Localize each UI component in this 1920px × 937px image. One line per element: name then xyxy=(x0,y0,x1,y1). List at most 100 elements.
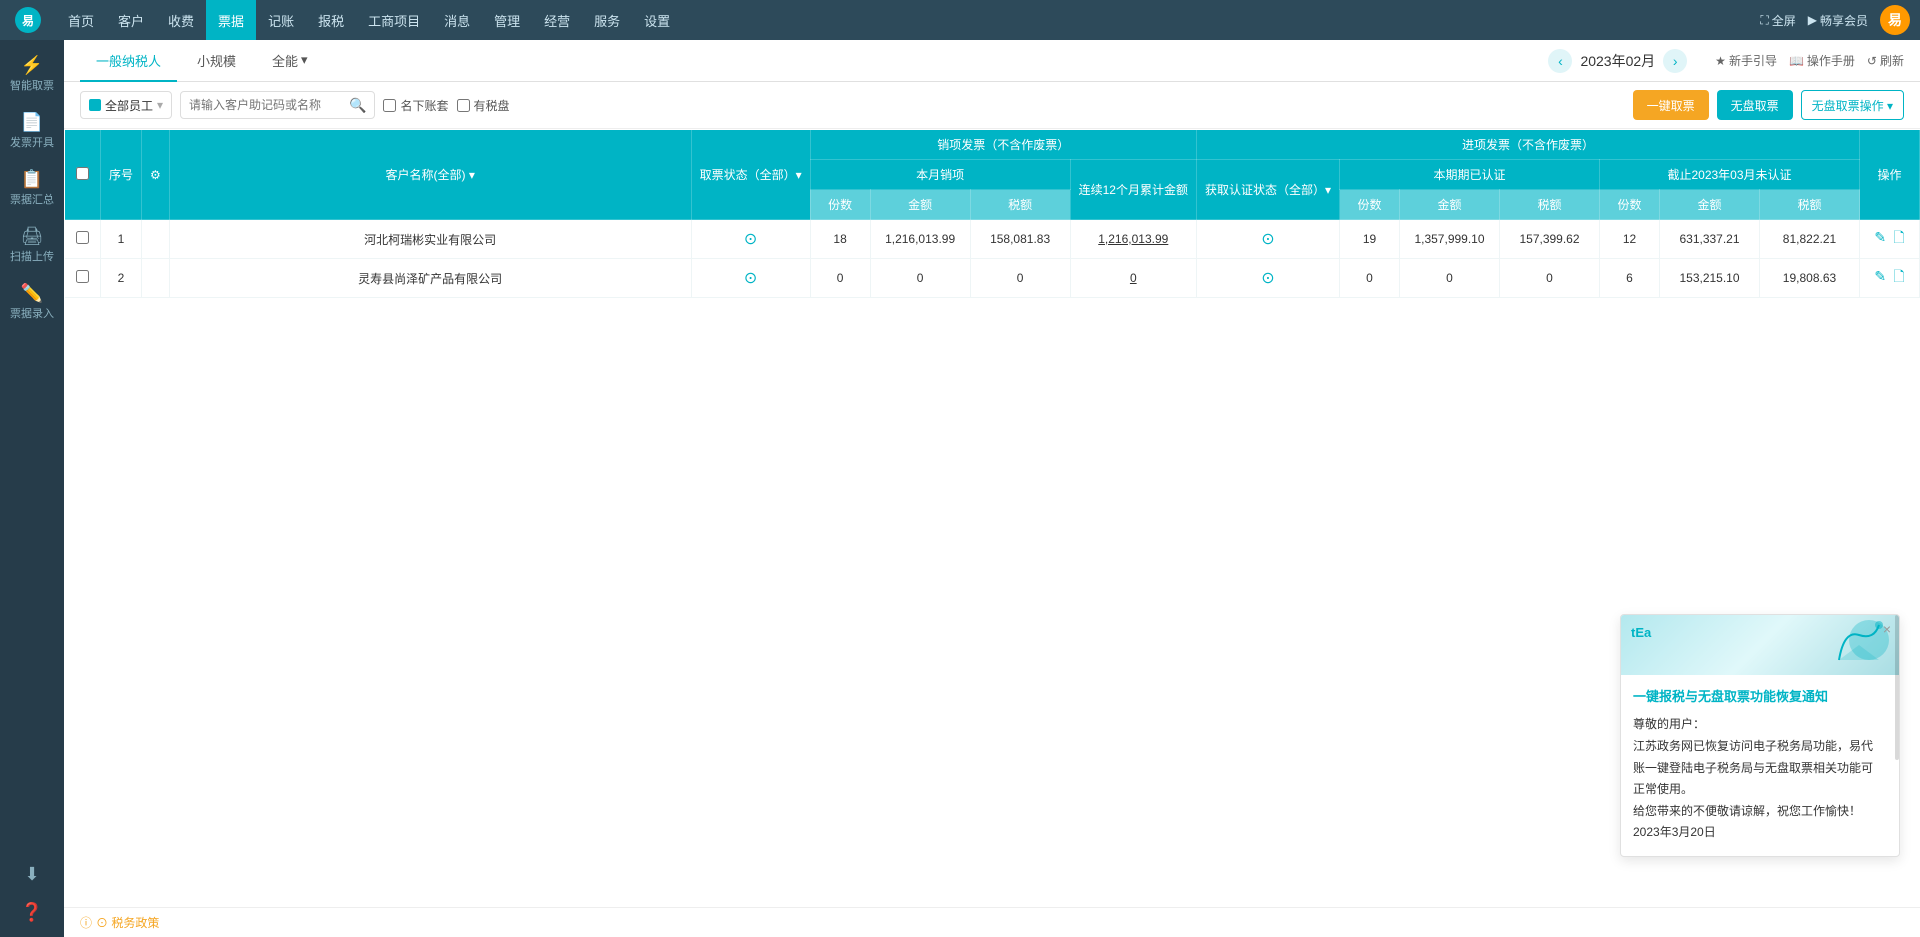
search-button[interactable]: 🔍 xyxy=(349,97,366,114)
row-ops-0: ✎ 🗋 xyxy=(1860,220,1920,259)
no-disk-ops-button[interactable]: 无盘取票操作 ▾ xyxy=(1801,90,1904,120)
user-avatar[interactable]: 易 xyxy=(1880,5,1910,35)
row-monthly-tax-0: 158,081.83 xyxy=(970,220,1070,259)
row-monthly-count-0: 18 xyxy=(810,220,870,259)
nav-item-settings[interactable]: 设置 xyxy=(632,0,682,40)
employee-chevron-icon: ▾ xyxy=(157,98,163,112)
manual-icon: 📖 xyxy=(1789,54,1804,68)
sidebar-item-help[interactable]: ❓ xyxy=(0,895,64,929)
toolbar: 全部员工 ▾ 🔍 名下账套 有税盘 一键取票 无盘取票 无盘取票操作 ▾ xyxy=(64,82,1920,129)
nav-item-operation[interactable]: 经营 xyxy=(532,0,582,40)
row-rec-amount-0: 1,357,999.10 xyxy=(1400,220,1500,259)
sidebar-item-invoice-entry[interactable]: ✏️ 票据录入 xyxy=(0,276,64,329)
row-status-0: ⊙ xyxy=(691,220,810,259)
manual-button[interactable]: 📖 操作手册 xyxy=(1789,52,1855,69)
filter-disk-checkbox[interactable] xyxy=(457,99,470,112)
nav-item-home[interactable]: 首页 xyxy=(56,0,106,40)
row-checkbox-0[interactable] xyxy=(65,220,101,259)
fullscreen-button[interactable]: ⛶ 全屏 xyxy=(1760,12,1795,29)
th-cert-status[interactable]: 获取认证状态（全部）▾ xyxy=(1196,160,1339,220)
row-unrec-amount-1: 153,215.10 xyxy=(1660,259,1760,298)
search-wrap: 🔍 xyxy=(180,91,375,119)
tab-all-capable[interactable]: 全能 ▾ xyxy=(256,40,324,82)
row-rec-tax-0: 157,399.62 xyxy=(1500,220,1600,259)
row-view-button-0[interactable]: 🗋 xyxy=(1893,229,1904,245)
row-cum-amount-0[interactable]: 1,216,013.99 xyxy=(1070,220,1196,259)
th-sub-monthly: 本月销项 xyxy=(810,160,1070,190)
sidebar: ⚡ 智能取票 📄 发票开具 📋 票据汇总 🖨 扫描上传 ✏️ 票据录入 ⬇ ❓ xyxy=(0,40,64,937)
row-monthly-tax-1: 0 xyxy=(970,259,1070,298)
row-checkbox-1[interactable] xyxy=(65,259,101,298)
sidebar-item-invoice-summary[interactable]: 📋 票据汇总 xyxy=(0,162,64,215)
row-edit-button-1[interactable]: ✎ xyxy=(1874,268,1886,284)
tab-all-chevron-icon: ▾ xyxy=(301,52,308,68)
nav-item-customer[interactable]: 客户 xyxy=(106,0,156,40)
th-name[interactable]: 客户名称(全部) ▾ xyxy=(169,130,691,220)
th-unrec-tax: 税额 xyxy=(1760,190,1860,220)
sidebar-item-smart-fetch[interactable]: ⚡ 智能取票 xyxy=(0,48,64,101)
tax-policy-link[interactable]: ⊙ 税务政策 xyxy=(96,914,159,931)
popup-content: 一键报税与无盘取票功能恢复通知 尊敬的用户： 江苏政务网已恢复访问电子税务局功能… xyxy=(1621,675,1899,856)
nav-item-fee[interactable]: 收费 xyxy=(156,0,206,40)
tab-general-taxpayer[interactable]: 一般纳税人 xyxy=(80,40,177,82)
download-icon: ⬇ xyxy=(24,865,39,883)
row-name-1: 灵寿县尚泽矿产品有限公司 xyxy=(169,259,691,298)
th-group-sales: 销项发票（不含作废票） xyxy=(810,130,1196,160)
row-edit-button-0[interactable]: ✎ xyxy=(1874,229,1886,245)
date-prev-button[interactable]: ‹ xyxy=(1548,49,1572,73)
filter-has-disk[interactable]: 有税盘 xyxy=(457,97,510,114)
filter-own-accounts[interactable]: 名下账套 xyxy=(383,97,448,114)
nav-item-accounting[interactable]: 记账 xyxy=(256,0,306,40)
nav-item-service[interactable]: 服务 xyxy=(582,0,632,40)
select-all-checkbox[interactable] xyxy=(76,167,89,180)
row-cert-status-0: ⊙ xyxy=(1196,220,1339,259)
popup-title: 一键报税与无盘取票功能恢复通知 xyxy=(1633,685,1883,708)
info-icon: ⓘ xyxy=(80,914,92,931)
sidebar-item-scan-upload[interactable]: 🖨 扫描上传 xyxy=(0,219,64,272)
th-status[interactable]: 取票状态（全部）▾ xyxy=(691,130,810,220)
no-disk-fetch-button[interactable]: 无盘取票 xyxy=(1717,90,1793,120)
row-cum-amount-1[interactable]: 0 xyxy=(1070,259,1196,298)
popup-scrollbar[interactable] xyxy=(1895,615,1899,760)
nav-item-tax[interactable]: 报税 xyxy=(306,0,356,40)
smart-fetch-icon: ⚡ xyxy=(21,56,43,74)
nav-right-actions: ⛶ 全屏 ▶ 畅享会员 易 xyxy=(1760,5,1910,35)
sidebar-item-download[interactable]: ⬇ xyxy=(0,857,64,891)
tab-bar-right-actions: ★ 新手引导 📖 操作手册 ↺ 刷新 xyxy=(1715,52,1904,69)
search-input[interactable] xyxy=(189,98,349,112)
th-no: 序号 xyxy=(101,130,142,220)
popup-close-button[interactable]: × xyxy=(1883,621,1891,637)
filter-own-checkbox[interactable] xyxy=(383,99,396,112)
row-view-button-1[interactable]: 🗋 xyxy=(1893,268,1904,284)
th-rec-amount: 金额 xyxy=(1400,190,1500,220)
invoice-summary-icon: 📋 xyxy=(21,170,43,188)
table-row: 1 河北柯瑞彬实业有限公司 ⊙ 18 1,216,013.99 158,081.… xyxy=(65,220,1920,259)
one-click-fetch-button[interactable]: 一键取票 xyxy=(1633,90,1709,120)
row-name-0: 河北柯瑞彬实业有限公司 xyxy=(169,220,691,259)
date-next-button[interactable]: › xyxy=(1663,49,1687,73)
date-navigation: ‹ 2023年02月 › xyxy=(1548,49,1687,73)
nav-item-message[interactable]: 消息 xyxy=(432,0,482,40)
top-navigation: 易 首页 客户 收费 票据 记账 报税 工商项目 消息 管理 经营 服务 设置 … xyxy=(0,0,1920,40)
tab-small-scale[interactable]: 小规模 xyxy=(181,40,252,82)
popup-body: 尊敬的用户： 江苏政务网已恢复访问电子税务局功能，易代账一键登陆电子税务局与无盘… xyxy=(1633,714,1883,844)
invoice-issue-icon: 📄 xyxy=(21,113,43,131)
nav-item-manage[interactable]: 管理 xyxy=(482,0,532,40)
employee-select[interactable]: 全部员工 ▾ xyxy=(80,91,172,119)
th-monthly-tax: 税额 xyxy=(970,190,1070,220)
new-guide-button[interactable]: ★ 新手引导 xyxy=(1715,52,1777,69)
member-icon: ▶ xyxy=(1808,13,1817,27)
refresh-icon: ↺ xyxy=(1867,54,1877,68)
row-unrec-tax-1: 19,808.63 xyxy=(1760,259,1860,298)
invoice-table: 序号 ⚙ 客户名称(全部) ▾ 取票状态（全部）▾ 销项发票（不含作废票） 进项… xyxy=(64,129,1920,298)
invoice-entry-icon: ✏️ xyxy=(21,284,43,302)
nav-item-business[interactable]: 工商项目 xyxy=(356,0,432,40)
member-button[interactable]: ▶ 畅享会员 xyxy=(1808,12,1868,29)
new-guide-icon: ★ xyxy=(1715,54,1726,68)
refresh-button[interactable]: ↺ 刷新 xyxy=(1867,52,1904,69)
th-12month: 连续12个月累计金额 xyxy=(1070,160,1196,220)
sidebar-item-invoice-issue[interactable]: 📄 发票开具 xyxy=(0,105,64,158)
fullscreen-icon: ⛶ xyxy=(1760,13,1768,28)
nav-item-invoice[interactable]: 票据 xyxy=(206,0,256,40)
th-monthly-amount: 金额 xyxy=(870,190,970,220)
